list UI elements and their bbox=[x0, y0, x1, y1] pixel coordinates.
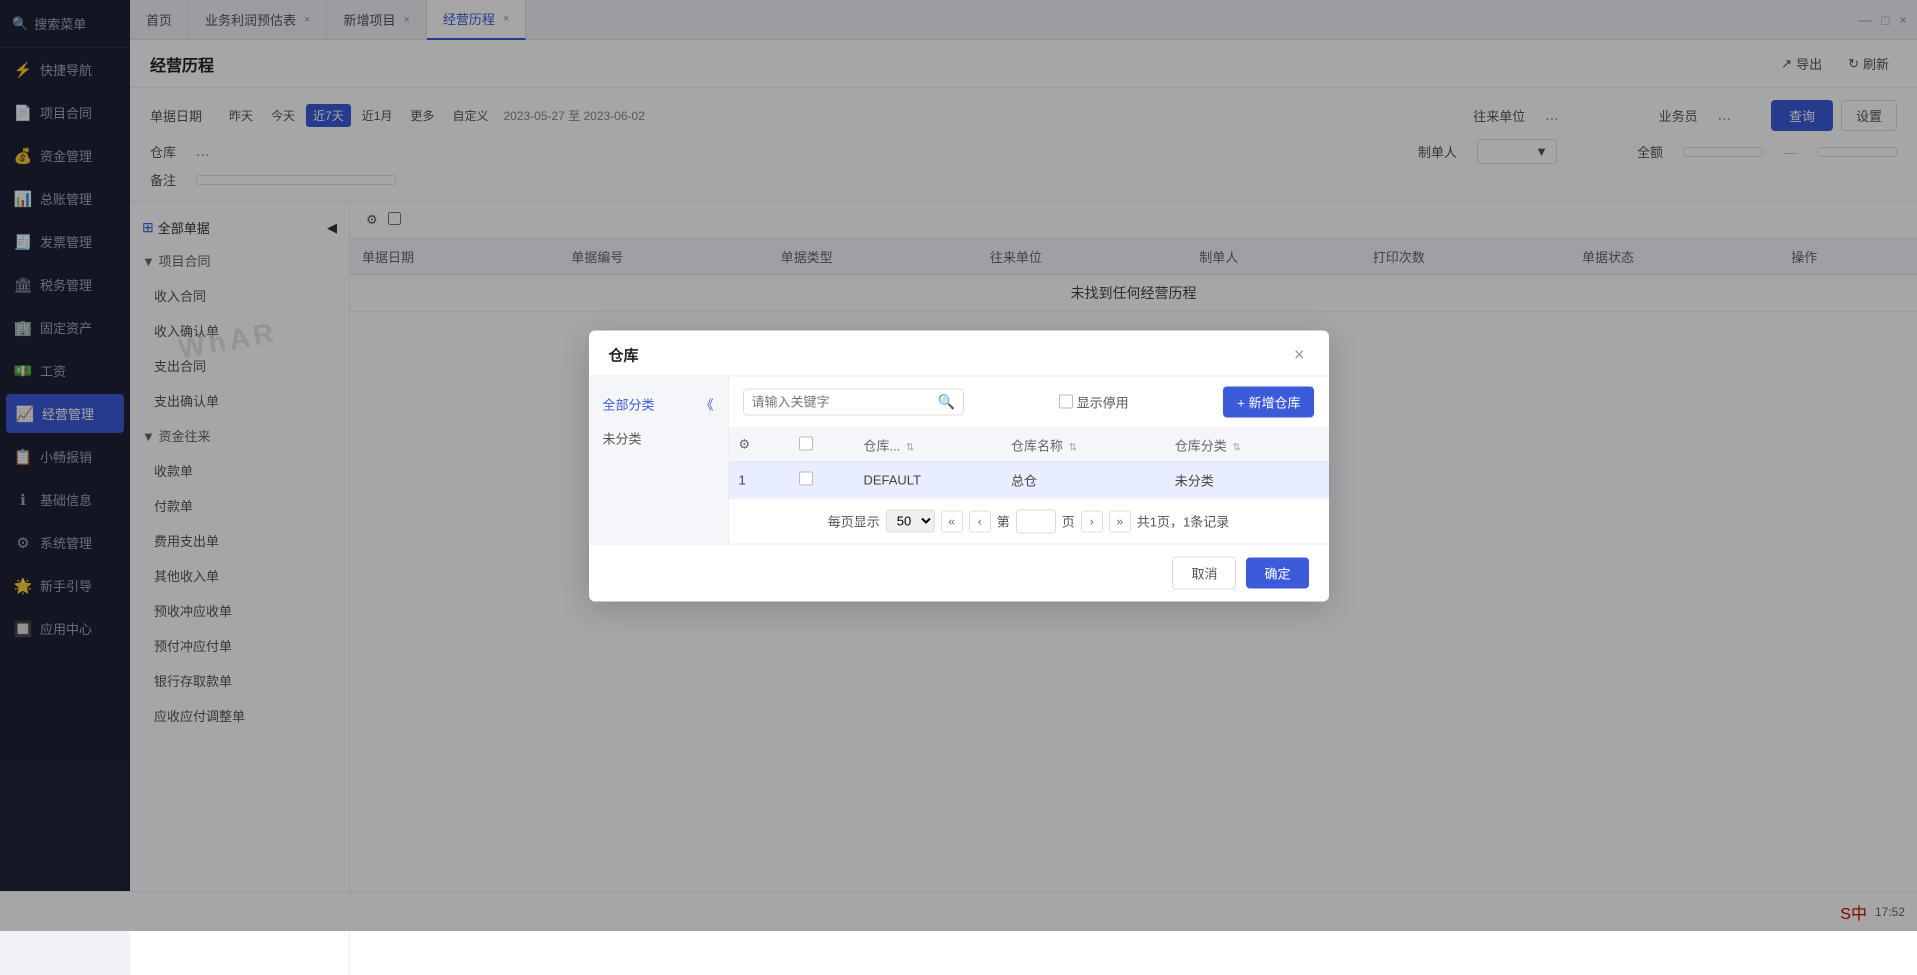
modal-next-page[interactable]: › bbox=[1081, 510, 1103, 532]
row-name: 总仓 bbox=[1001, 462, 1165, 498]
modal-close-button[interactable]: × bbox=[1290, 344, 1309, 365]
row-category: 未分类 bbox=[1165, 462, 1329, 498]
row-code: DEFAULT bbox=[853, 462, 1001, 498]
modal-page-suffix: 页 bbox=[1062, 512, 1075, 531]
confirm-button[interactable]: 确定 bbox=[1246, 557, 1308, 588]
search-icon: 🔍 bbox=[938, 393, 955, 410]
modal-all-category[interactable]: 全部分类 《 bbox=[589, 386, 728, 421]
modal-table: ⚙ 仓库... ⇅ 仓库名称 ⇅ 仓库分类 bbox=[729, 428, 1329, 498]
modal-title: 仓库 bbox=[609, 344, 639, 365]
cancel-button[interactable]: 取消 bbox=[1172, 556, 1236, 589]
modal-col-check bbox=[789, 428, 854, 462]
modal-col-settings[interactable]: ⚙ bbox=[729, 428, 789, 462]
modal-per-page-select[interactable]: 50 bbox=[886, 510, 935, 533]
show-disabled-checkbox-area[interactable]: 显示停用 bbox=[1059, 392, 1129, 411]
modal-page-label: 第 bbox=[997, 512, 1010, 531]
modal-left-panel: 全部分类 《 未分类 bbox=[589, 376, 729, 543]
modal-total-label: 共1页，1条记录 bbox=[1137, 512, 1229, 531]
modal-last-page[interactable]: » bbox=[1109, 510, 1131, 532]
modal-right-panel: 🔍 显示停用 + 新增仓库 ⚙ 仓库... bbox=[729, 376, 1329, 543]
show-disabled-label: 显示停用 bbox=[1077, 392, 1129, 411]
modal-per-page-label: 每页显示 bbox=[828, 512, 880, 531]
modal-first-page[interactable]: « bbox=[941, 510, 963, 532]
modal-col-code: 仓库... ⇅ bbox=[853, 428, 1001, 462]
modal-col-category: 仓库分类 ⇅ bbox=[1165, 428, 1329, 462]
all-category-label: 全部分类 bbox=[603, 394, 655, 413]
modal-header: 仓库 × bbox=[589, 330, 1329, 376]
collapse-left-icon[interactable]: 《 bbox=[700, 394, 713, 413]
add-warehouse-button[interactable]: + 新增仓库 bbox=[1223, 386, 1314, 417]
row-check[interactable] bbox=[789, 462, 854, 498]
modal-body: 全部分类 《 未分类 🔍 显示停用 + 新增仓库 bbox=[589, 376, 1329, 543]
warehouse-modal: 仓库 × 全部分类 《 未分类 🔍 显示停用 bbox=[589, 330, 1329, 601]
modal-category-unclassified[interactable]: 未分类 bbox=[589, 421, 728, 454]
modal-footer: 取消 确定 bbox=[589, 543, 1329, 601]
modal-select-all[interactable] bbox=[799, 436, 813, 450]
modal-pagination: 每页显示 50 « ‹ 第 1 页 › » 共1页，1条记录 bbox=[729, 498, 1329, 543]
row-no: 1 bbox=[729, 462, 789, 498]
modal-search-box: 🔍 bbox=[743, 388, 964, 415]
modal-page-input[interactable]: 1 bbox=[1016, 509, 1056, 533]
modal-prev-page[interactable]: ‹ bbox=[969, 510, 991, 532]
modal-toolbar: 🔍 显示停用 + 新增仓库 bbox=[729, 376, 1329, 428]
modal-search-input[interactable] bbox=[752, 394, 932, 409]
show-disabled-checkbox[interactable] bbox=[1059, 395, 1073, 409]
table-row[interactable]: 1 DEFAULT 总仓 未分类 bbox=[729, 462, 1329, 498]
modal-table-container: ⚙ 仓库... ⇅ 仓库名称 ⇅ 仓库分类 bbox=[729, 428, 1329, 498]
modal-col-name: 仓库名称 ⇅ bbox=[1001, 428, 1165, 462]
